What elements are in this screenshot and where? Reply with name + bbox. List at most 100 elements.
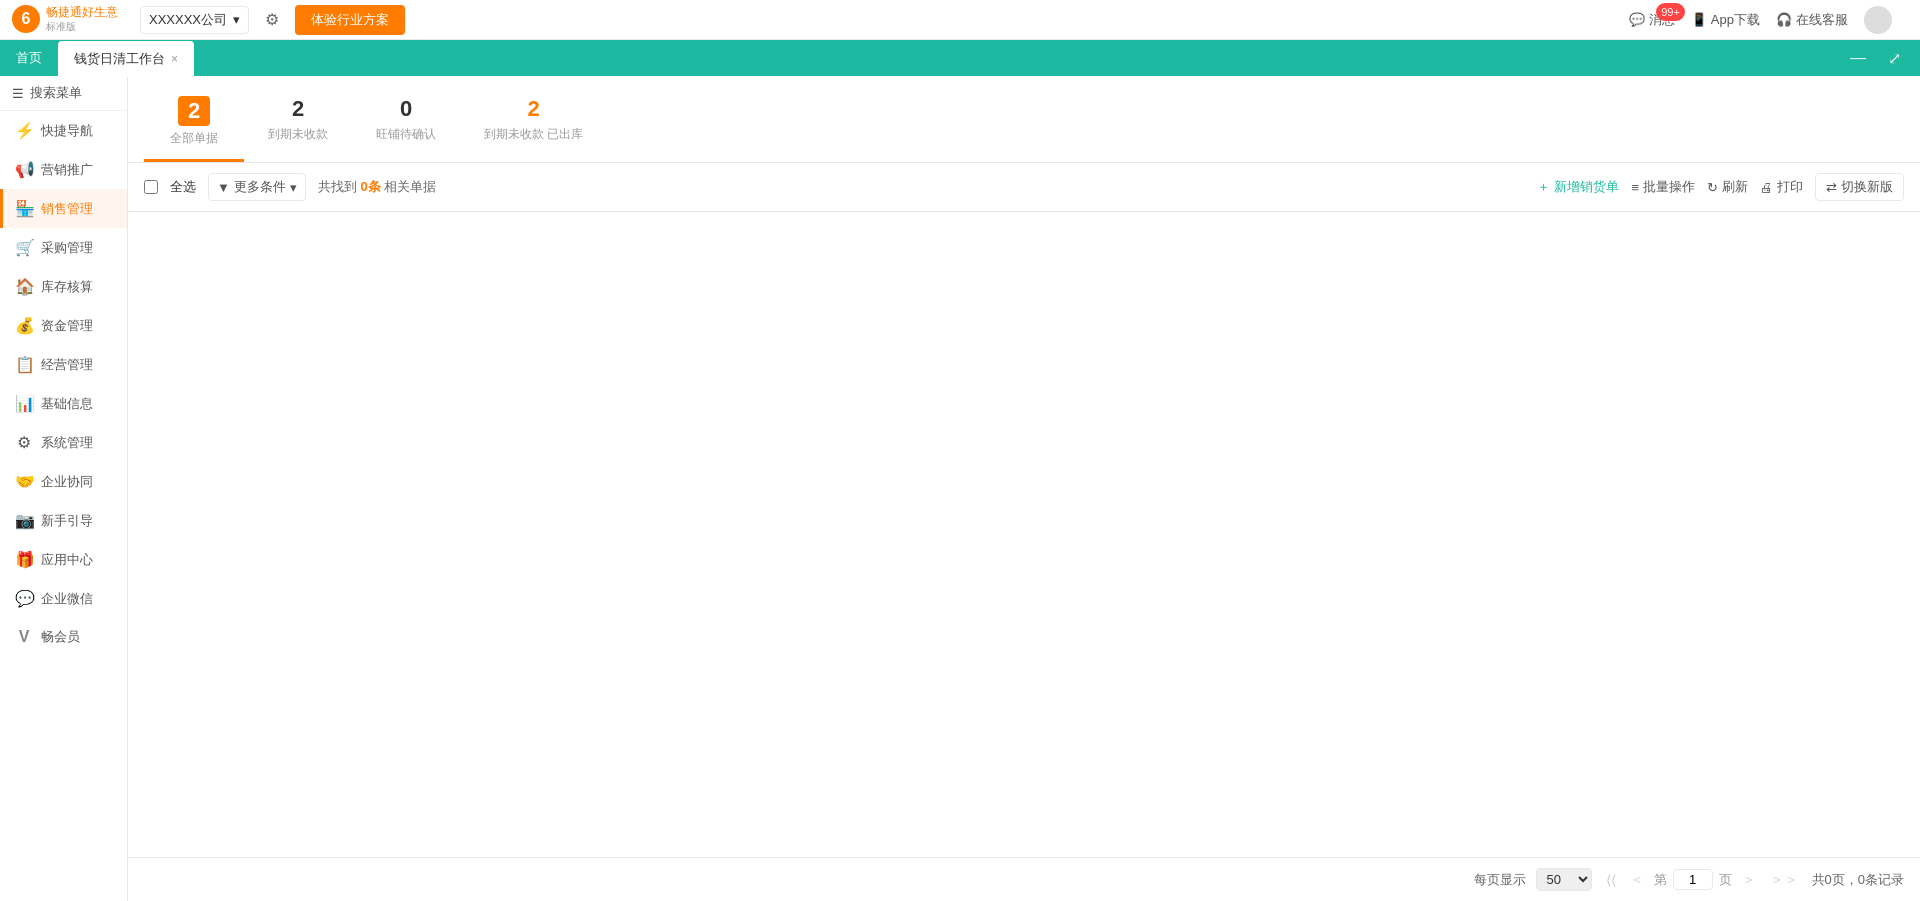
print-label: 打印 (1777, 178, 1803, 196)
avatar[interactable] (1864, 6, 1892, 34)
company-selector[interactable]: XXXXXX公司 ▾ (140, 6, 249, 34)
sidebar: ☰ 搜索菜单 ⚡ 快捷导航 📢 营销推广 🏪 销售管理 🛒 采购管理 🏠 库存核… (0, 76, 128, 901)
quick-nav-icon: ⚡ (15, 121, 33, 140)
tab-home[interactable]: 首页 (0, 40, 58, 76)
message-badge: 99+ (1656, 3, 1685, 21)
sidebar-item-system[interactable]: ⚙ 系统管理 (0, 423, 127, 462)
guide-icon: 📷 (15, 511, 33, 530)
toolbar-right: ＋ 新增销货单 ≡ 批量操作 ↻ 刷新 🖨 打印 ⇄ 切换新版 (1537, 173, 1904, 201)
prev-page-button[interactable]: ＜ (1626, 869, 1648, 891)
tab-close-icon[interactable]: × (171, 52, 178, 66)
logo-text-block: 畅捷通好生意 标准版 (46, 5, 118, 33)
sidebar-item-sales[interactable]: 🏪 销售管理 (0, 189, 127, 228)
sidebar-label-wechat-work: 企业微信 (41, 590, 93, 608)
sidebar-item-app-center[interactable]: 🎁 应用中心 (0, 540, 127, 579)
stat-tab-pending[interactable]: 0 旺铺待确认 (352, 88, 460, 162)
page-label: 第 (1654, 871, 1667, 889)
minimize-icon[interactable]: — (1844, 44, 1872, 72)
expand-icon[interactable]: ⤢ (1880, 44, 1908, 72)
print-button[interactable]: 🖨 打印 (1760, 178, 1803, 196)
search-icon: ☰ (12, 86, 24, 101)
filter-button[interactable]: ▼ 更多条件 ▾ (208, 173, 306, 201)
sidebar-item-member[interactable]: V 畅会员 (0, 618, 127, 656)
stat-num-overdue: 2 (292, 96, 304, 122)
stat-tab-overdue[interactable]: 2 到期未收款 (244, 88, 352, 162)
sidebar-item-purchase[interactable]: 🛒 采购管理 (0, 228, 127, 267)
sidebar-item-basic-info[interactable]: 📊 基础信息 (0, 384, 127, 423)
filter-chevron-icon: ▾ (290, 180, 297, 195)
operations-icon: 📋 (15, 355, 33, 374)
batch-operation-button[interactable]: ≡ 批量操作 (1631, 178, 1695, 196)
stat-tab-all[interactable]: 2 全部单据 (144, 88, 244, 162)
refresh-icon: ↻ (1707, 180, 1718, 195)
sidebar-item-marketing[interactable]: 📢 营销推广 (0, 150, 127, 189)
sidebar-item-quick-nav[interactable]: ⚡ 快捷导航 (0, 111, 127, 150)
select-all-label: 全选 (170, 178, 196, 196)
system-icon: ⚙ (15, 433, 33, 452)
sidebar-search[interactable]: ☰ 搜索菜单 (0, 76, 127, 111)
message-icon: 💬 (1629, 12, 1645, 27)
content-area: 2 全部单据 2 到期未收款 0 旺铺待确认 2 到期未收款 已出库 全选 (128, 76, 1920, 901)
logo-area: 6 畅捷通好生意 标准版 (12, 5, 140, 33)
sidebar-label-app-center: 应用中心 (41, 551, 93, 569)
app-download-icon: 📱 (1691, 12, 1707, 27)
found-count: 0条 (361, 179, 381, 194)
header-right: 💬 消息 99+ 📱 App下载 🎧 在线客服 (1629, 6, 1908, 34)
new-sales-order-button[interactable]: ＋ 新增销货单 (1537, 178, 1619, 196)
sidebar-item-operations[interactable]: 📋 经营管理 (0, 345, 127, 384)
app-download-label: App下载 (1711, 11, 1760, 29)
nav-tabs-right: — ⤢ (1844, 44, 1920, 72)
stats-tabs: 2 全部单据 2 到期未收款 0 旺铺待确认 2 到期未收款 已出库 (128, 76, 1920, 163)
found-text: 共找到 0条 相关单据 (318, 178, 436, 196)
inventory-icon: 🏠 (15, 277, 33, 296)
message-action[interactable]: 💬 消息 99+ (1629, 11, 1675, 29)
batch-label: 批量操作 (1643, 178, 1695, 196)
marketing-icon: 📢 (15, 160, 33, 179)
stat-num-all: 2 (178, 96, 210, 126)
sidebar-item-inventory[interactable]: 🏠 库存核算 (0, 267, 127, 306)
page-suffix: 页 (1719, 871, 1732, 889)
sidebar-item-guide[interactable]: 📷 新手引导 (0, 501, 127, 540)
sidebar-label-marketing: 营销推广 (41, 161, 93, 179)
app-download-action[interactable]: 📱 App下载 (1691, 11, 1760, 29)
sidebar-label-guide: 新手引导 (41, 512, 93, 530)
online-service-action[interactable]: 🎧 在线客服 (1776, 11, 1848, 29)
tab-workbench[interactable]: 钱货日清工作台 × (58, 41, 194, 77)
sidebar-label-purchase: 采购管理 (41, 239, 93, 257)
stat-label-pending: 旺铺待确认 (376, 126, 436, 143)
switch-icon: ⇄ (1826, 180, 1837, 195)
switch-label: 切换新版 (1841, 178, 1893, 196)
purchase-icon: 🛒 (15, 238, 33, 257)
sales-icon: 🏪 (15, 199, 33, 218)
sidebar-label-finance: 资金管理 (41, 317, 93, 335)
tab-home-label: 首页 (16, 49, 42, 67)
settings-button[interactable]: ⚙ (257, 5, 287, 35)
select-all-checkbox[interactable] (144, 180, 158, 194)
sidebar-label-operations: 经营管理 (41, 356, 93, 374)
switch-version-button[interactable]: ⇄ 切换新版 (1815, 173, 1904, 201)
sidebar-label-basic-info: 基础信息 (41, 395, 93, 413)
per-page-select[interactable]: 50 10 20 100 (1536, 868, 1592, 891)
first-page-button[interactable]: ⟨⟨ (1602, 870, 1620, 890)
sidebar-label-inventory: 库存核算 (41, 278, 93, 296)
sidebar-label-sales: 销售管理 (41, 200, 93, 218)
pagination-bar: 每页显示 50 10 20 100 ⟨⟨ ＜ 第 页 ＞ ＞＞ 共0页，0条记录 (128, 857, 1920, 901)
sidebar-item-enterprise[interactable]: 🤝 企业协同 (0, 462, 127, 501)
page-input[interactable] (1673, 869, 1713, 890)
nav-tabs-bar: 首页 钱货日清工作台 × — ⤢ (0, 40, 1920, 76)
sidebar-item-finance[interactable]: 💰 资金管理 (0, 306, 127, 345)
next-page-button[interactable]: ＞ (1738, 869, 1760, 891)
stat-label-all: 全部单据 (170, 130, 218, 147)
trial-button[interactable]: 体验行业方案 (295, 5, 405, 35)
online-service-label: 在线客服 (1796, 11, 1848, 29)
last-page-button[interactable]: ＞＞ (1766, 869, 1802, 891)
stat-tab-shipped[interactable]: 2 到期未收款 已出库 (460, 88, 607, 162)
wechat-work-icon: 💬 (15, 589, 33, 608)
page-navigation: ⟨⟨ ＜ 第 页 ＞ ＞＞ (1602, 869, 1802, 891)
sidebar-label-enterprise: 企业协同 (41, 473, 93, 491)
sidebar-label-quick-nav: 快捷导航 (41, 122, 93, 140)
refresh-button[interactable]: ↻ 刷新 (1707, 178, 1748, 196)
enterprise-icon: 🤝 (15, 472, 33, 491)
sidebar-item-wechat-work[interactable]: 💬 企业微信 (0, 579, 127, 618)
main-layout: ☰ 搜索菜单 ⚡ 快捷导航 📢 营销推广 🏪 销售管理 🛒 采购管理 🏠 库存核… (0, 76, 1920, 901)
